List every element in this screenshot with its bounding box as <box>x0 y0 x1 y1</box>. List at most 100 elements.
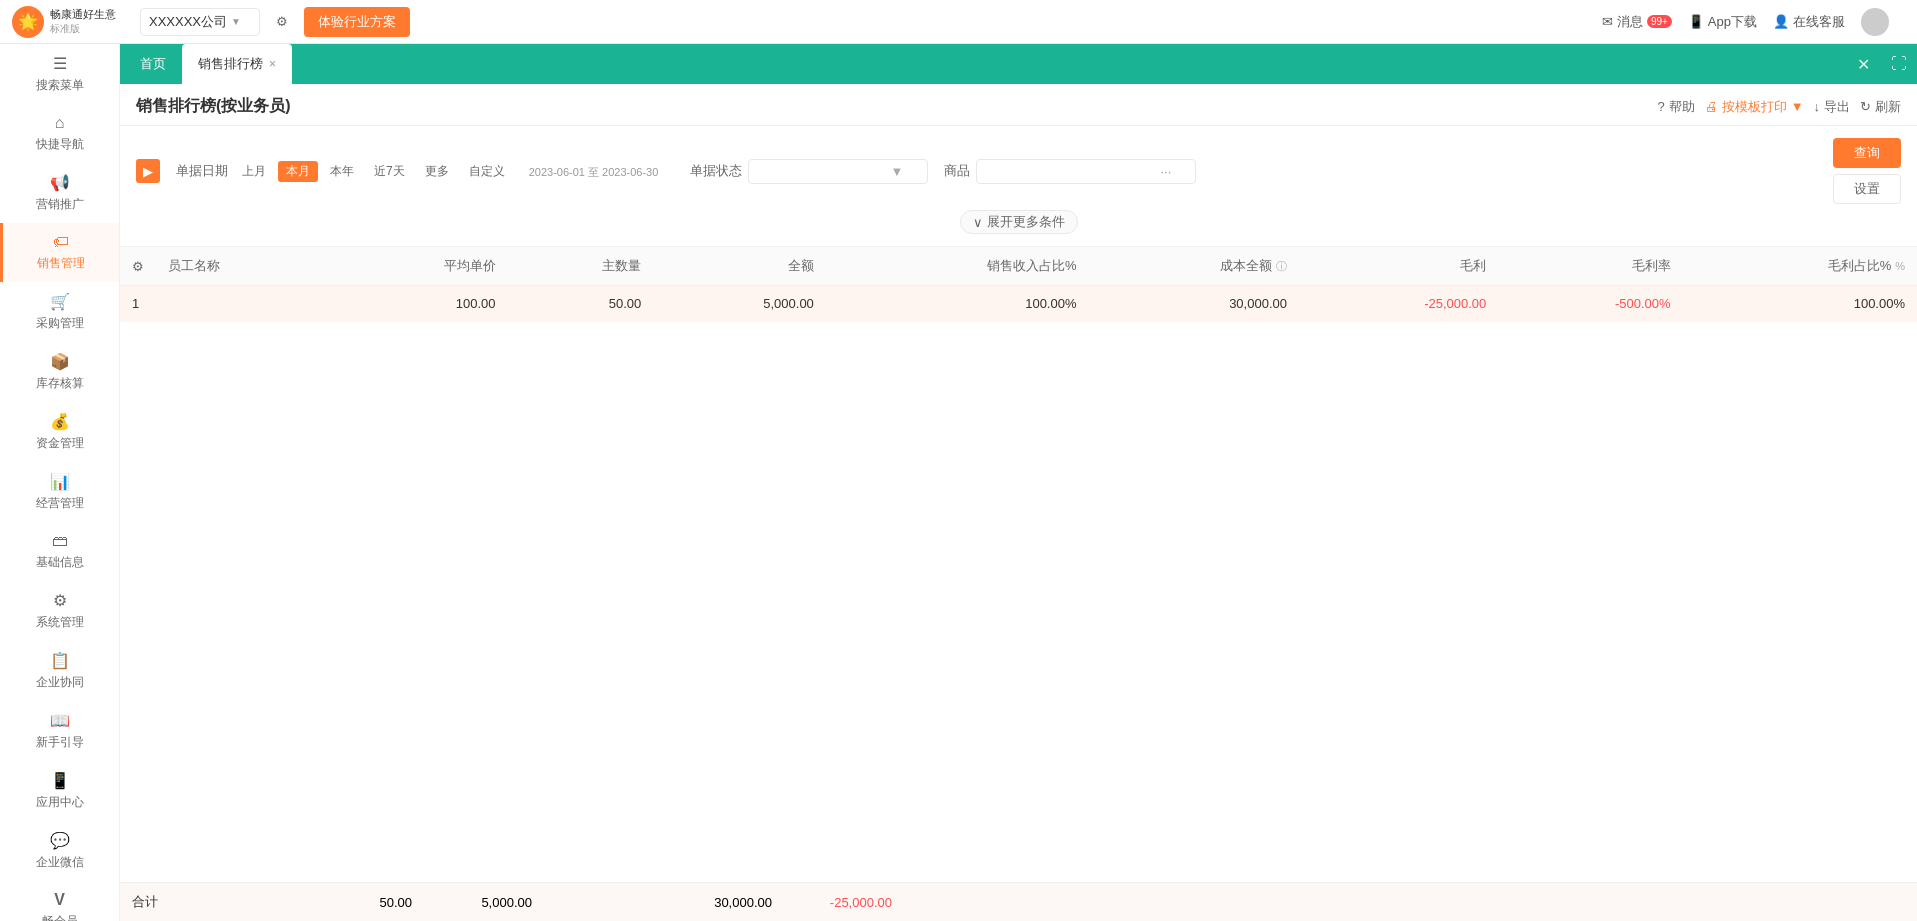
date-tabs: 上月 本月 本年 近7天 更多 自定义 <box>234 161 513 182</box>
refresh-label: 刷新 <box>1875 98 1901 116</box>
rank-value: 1 <box>132 296 139 311</box>
td-main-qty: 50.00 <box>508 286 654 322</box>
status-select[interactable]: ▼ <box>748 159 928 184</box>
window-expand-btn[interactable]: ⛶ <box>1885 50 1913 78</box>
inventory-icon: 📦 <box>50 352 70 371</box>
th-settings: ⚙ <box>120 247 156 286</box>
date-tab-custom[interactable]: 自定义 <box>461 161 513 182</box>
th-sales-pct-label: 销售收入占比% <box>987 258 1077 273</box>
date-tab-more[interactable]: 更多 <box>417 161 457 182</box>
message-icon: ✉ <box>1602 14 1613 29</box>
footer-total-label: 合计 <box>132 893 312 911</box>
sidebar-label-search-order: 搜索菜单 <box>36 77 84 94</box>
date-tab-last-month[interactable]: 上月 <box>234 161 274 182</box>
help-btn[interactable]: ? 帮助 <box>1657 98 1694 116</box>
page-title: 销售排行榜(按业务员) <box>136 96 291 117</box>
td-gross-pct: 100.00% <box>1683 286 1917 322</box>
cost-amount-info-icon[interactable]: ⓘ <box>1276 259 1287 274</box>
logo-icon: 🌟 <box>12 6 44 38</box>
th-gross-pct: 毛利占比% % <box>1683 247 1917 286</box>
column-settings-icon[interactable]: ⚙ <box>132 259 144 274</box>
company-selector[interactable]: XXXXXX公司 ▼ <box>140 8 260 36</box>
th-cost-amount-label: 成本全额 <box>1220 257 1272 275</box>
fund-mgmt-icon: 💰 <box>50 412 70 431</box>
sidebar-item-vip-member[interactable]: V 畅会员 <box>0 881 119 921</box>
query-btn-group: 查询 设置 <box>1833 138 1901 204</box>
sidebar-item-operations[interactable]: 📊 经营管理 <box>0 462 119 522</box>
sales-mgmt-icon: 🏷 <box>53 233 69 251</box>
sidebar-label-fund-mgmt: 资金管理 <box>36 435 84 452</box>
query-btn[interactable]: 查询 <box>1833 138 1901 168</box>
new-guide-icon: 📖 <box>50 711 70 730</box>
sidebar-label-basic-info: 基础信息 <box>36 554 84 571</box>
th-total-amount: 全额 <box>653 247 826 286</box>
date-tab-current-month[interactable]: 本月 <box>278 161 318 182</box>
print-btn[interactable]: 🖨 按模板打印 ▼ <box>1705 98 1804 116</box>
logo-text: 畅康通好生意 <box>50 7 116 21</box>
td-employee <box>156 286 332 322</box>
logo-text-area: 畅康通好生意 标准版 <box>50 7 116 35</box>
th-sales-pct: 销售收入占比% <box>826 247 1089 286</box>
expand-icon: ∨ <box>973 215 983 230</box>
sidebar-item-app-center[interactable]: 📱 应用中心 <box>0 761 119 821</box>
filter-toggle-btn[interactable]: ▶ <box>136 159 160 183</box>
message-badge: 99+ <box>1647 15 1672 28</box>
sidebar-item-sales-mgmt[interactable]: 🏷 销售管理 <box>0 223 119 282</box>
gross-pct-info-icon[interactable]: % <box>1895 260 1905 272</box>
page-content: 销售排行榜(按业务员) ? 帮助 🖨 按模板打印 ▼ ↓ 导出 <box>120 84 1917 921</box>
sidebar-label-sales-mgmt: 销售管理 <box>37 255 85 272</box>
gross-pct-value: 100.00% <box>1854 296 1905 311</box>
sidebar-item-purchase-mgmt[interactable]: 🛒 采购管理 <box>0 282 119 342</box>
refresh-btn[interactable]: ↻ 刷新 <box>1860 98 1901 116</box>
td-total-amount: 5,000.00 <box>653 286 826 322</box>
date-tab-7days[interactable]: 近7天 <box>366 161 413 182</box>
expand-more-btn[interactable]: ∨ 展开更多条件 <box>960 210 1078 234</box>
enterprise-wechat-icon: 💬 <box>50 831 70 850</box>
print-dropdown-icon: ▼ <box>1791 99 1804 114</box>
tab-home[interactable]: 首页 <box>124 44 182 84</box>
sidebar-item-quick-nav[interactable]: ⌂ 快捷导航 <box>0 104 119 163</box>
footer-main-qty: 50.00 <box>312 895 412 910</box>
marketing-icon: 📢 <box>50 173 70 192</box>
online-service-btn[interactable]: 👤 在线客服 <box>1773 13 1845 31</box>
message-btn[interactable]: ✉ 消息 99+ <box>1602 13 1672 31</box>
sidebar-item-system-mgmt[interactable]: ⚙ 系统管理 <box>0 581 119 641</box>
td-avg-price: 100.00 <box>332 286 508 322</box>
window-close-btn[interactable]: ✕ <box>1849 50 1877 78</box>
tab-sales-ranking[interactable]: 销售排行榜 × <box>182 44 292 84</box>
date-tab-current-year[interactable]: 本年 <box>322 161 362 182</box>
goods-label: 商品 <box>944 162 970 180</box>
date-range: 2023-06-01 至 2023-06-30 <box>529 165 659 180</box>
sidebar-item-fund-mgmt[interactable]: 💰 资金管理 <box>0 402 119 462</box>
help-label: 帮助 <box>1669 98 1695 116</box>
sidebar-item-marketing[interactable]: 📢 营销推广 <box>0 163 119 223</box>
topbar-settings-icon[interactable]: ⚙ <box>268 8 296 36</box>
experience-btn[interactable]: 体验行业方案 <box>304 7 410 37</box>
export-btn[interactable]: ↓ 导出 <box>1814 98 1851 116</box>
settings-btn[interactable]: 设置 <box>1833 174 1901 204</box>
tab-close-icon[interactable]: × <box>269 57 276 71</box>
sidebar-label-enterprise-wechat: 企业微信 <box>36 854 84 871</box>
th-gross-rate-label: 毛利率 <box>1632 258 1671 273</box>
topbar-right: ✉ 消息 99+ 📱 App下载 👤 在线客服 <box>1602 8 1905 36</box>
total-amount-value: 5,000.00 <box>763 296 814 311</box>
th-gross-pct-label: 毛利占比% <box>1828 257 1892 275</box>
th-avg-price: 平均单价 <box>332 247 508 286</box>
online-service-label: 在线客服 <box>1793 13 1845 31</box>
tab-home-label: 首页 <box>140 55 166 73</box>
sidebar-item-new-guide[interactable]: 📖 新手引导 <box>0 701 119 761</box>
sidebar-item-inventory[interactable]: 📦 库存核算 <box>0 342 119 402</box>
td-cost-amount: 30,000.00 <box>1089 286 1299 322</box>
goods-select[interactable]: ··· <box>976 159 1196 184</box>
help-icon: ? <box>1657 99 1664 114</box>
expand-more-area: ∨ 展开更多条件 <box>136 204 1901 234</box>
app-download-btn[interactable]: 📱 App下载 <box>1688 13 1757 31</box>
goods-filter: 商品 ··· <box>944 159 1196 184</box>
th-main-qty: 主数量 <box>508 247 654 286</box>
sidebar-item-basic-info[interactable]: 🗃 基础信息 <box>0 522 119 581</box>
sidebar-item-enterprise-wechat[interactable]: 💬 企业微信 <box>0 821 119 881</box>
app-download-icon: 📱 <box>1688 14 1704 29</box>
avatar[interactable] <box>1861 8 1889 36</box>
sidebar-item-enterprise-collab[interactable]: 📋 企业协同 <box>0 641 119 701</box>
sidebar-item-search-order[interactable]: ☰ 搜索菜单 <box>0 44 119 104</box>
